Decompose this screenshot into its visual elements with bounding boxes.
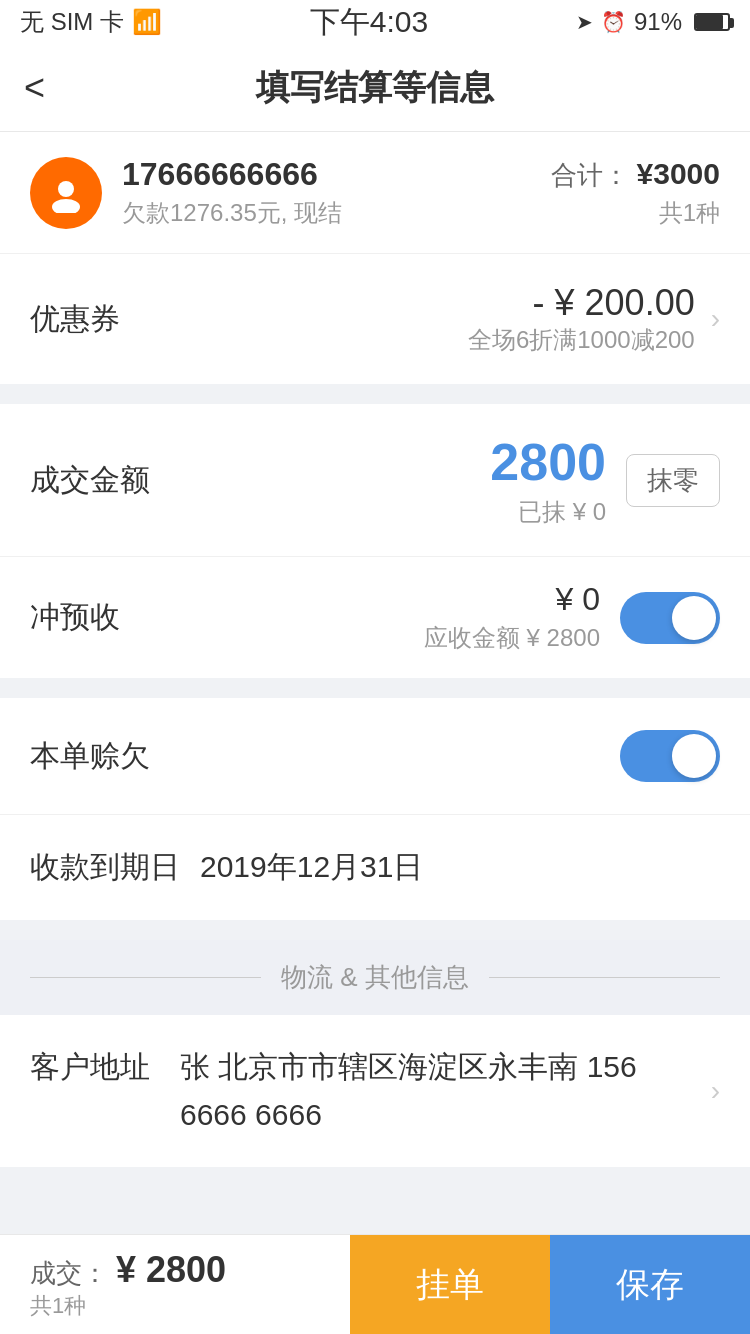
- order-debt-section: 本单赊欠 收款到期日 2019年12月31日: [0, 698, 750, 920]
- deal-amount-col: 2800 已抹 ¥ 0: [490, 432, 606, 528]
- coupon-detail: 全场6折满1000减200: [468, 324, 695, 356]
- duedate-value: 2019年12月31日: [200, 847, 423, 888]
- duedate-row: 收款到期日 2019年12月31日: [0, 814, 750, 920]
- logistics-line-left: [30, 977, 261, 978]
- customer-info: 17666666666 欠款1276.35元, 现结: [122, 156, 342, 229]
- prereceive-amount: ¥ 0: [424, 581, 600, 618]
- section-divider-2: [0, 678, 750, 698]
- bottom-deal-count: 共1种: [30, 1291, 320, 1321]
- order-debt-toggle[interactable]: [620, 730, 720, 782]
- deal-amount-row: 成交金额 2800 已抹 ¥ 0 抹零: [0, 404, 750, 557]
- svg-point-1: [52, 199, 80, 213]
- coupon-row[interactable]: 优惠券 - ¥ 200.00 全场6折满1000减200 ›: [0, 254, 750, 384]
- clock-icon: ⏰: [601, 10, 626, 34]
- total-label-value: 合计： ¥3000: [551, 157, 720, 193]
- status-right: ➤ ⏰ 91%: [576, 8, 730, 36]
- status-bar: 无 SIM 卡 📶 下午4:03 ➤ ⏰ 91%: [0, 0, 750, 44]
- avatar: [30, 157, 102, 229]
- total-label: 合计：: [551, 160, 629, 190]
- coupon-discount: - ¥ 200.00: [468, 282, 695, 324]
- coupon-right: - ¥ 200.00 全场6折满1000减200 ›: [468, 282, 720, 356]
- toggle-knob-2: [672, 734, 716, 778]
- wifi-icon: 📶: [132, 8, 162, 36]
- address-row[interactable]: 客户地址 张 北京市市辖区海淀区永丰南 156 6666 6666 ›: [0, 1015, 750, 1167]
- status-left: 无 SIM 卡 📶: [20, 6, 162, 38]
- order-debt-label: 本单赊欠: [30, 736, 150, 777]
- round-zero-button[interactable]: 抹零: [626, 454, 720, 507]
- customer-card: 17666666666 欠款1276.35元, 现结 合计： ¥3000 共1种: [0, 132, 750, 254]
- customer-totals: 合计： ¥3000 共1种: [551, 157, 720, 229]
- bottom-deal-price: ¥ 2800: [116, 1249, 226, 1291]
- coupon-section: 优惠券 - ¥ 200.00 全场6折满1000减200 ›: [0, 254, 750, 384]
- customer-left: 17666666666 欠款1276.35元, 现结: [30, 156, 342, 229]
- prereceive-right: ¥ 0 应收金额 ¥ 2800: [424, 581, 720, 654]
- bottom-deal-label: 成交：: [30, 1256, 108, 1291]
- status-time: 下午4:03: [310, 2, 428, 43]
- deal-amount-section: 成交金额 2800 已抹 ¥ 0 抹零 冲预收 ¥ 0 应收金额 ¥ 2800: [0, 404, 750, 678]
- deal-amount-value: 2800: [490, 432, 606, 492]
- prereceive-sub: 应收金额 ¥ 2800: [424, 622, 600, 654]
- section-divider-3: [0, 920, 750, 940]
- order-debt-row: 本单赊欠: [0, 698, 750, 814]
- total-value: ¥3000: [637, 157, 720, 190]
- address-value: 张 北京市市辖区海淀区永丰南 156 6666 6666: [180, 1043, 701, 1139]
- prereceive-amounts: ¥ 0 应收金额 ¥ 2800: [424, 581, 600, 654]
- location-icon: ➤: [576, 10, 593, 34]
- svg-point-0: [58, 181, 74, 197]
- battery-icon: [694, 13, 730, 31]
- pending-button[interactable]: 挂单: [350, 1235, 550, 1335]
- sim-text: 无 SIM 卡: [20, 6, 124, 38]
- customer-phone: 17666666666: [122, 156, 342, 193]
- deal-amount-right: 2800 已抹 ¥ 0 抹零: [490, 432, 720, 528]
- bottom-bar: 成交： ¥ 2800 共1种 挂单 保存: [0, 1234, 750, 1334]
- battery-percent: 91%: [634, 8, 682, 36]
- duedate-label: 收款到期日: [30, 847, 180, 888]
- logistics-header: 物流 & 其他信息: [0, 940, 750, 1015]
- customer-debt: 欠款1276.35元, 现结: [122, 197, 342, 229]
- bottom-summary: 成交： ¥ 2800 共1种: [0, 1249, 350, 1321]
- nav-bar: < 填写结算等信息: [0, 44, 750, 132]
- section-divider-1: [0, 384, 750, 404]
- address-chevron-icon: ›: [711, 1075, 720, 1107]
- coupon-chevron-icon: ›: [711, 303, 720, 335]
- address-label: 客户地址: [30, 1043, 150, 1091]
- prereceive-row: 冲预收 ¥ 0 应收金额 ¥ 2800: [0, 557, 750, 678]
- prereceive-toggle[interactable]: [620, 592, 720, 644]
- prereceive-label: 冲预收: [30, 597, 120, 638]
- toggle-knob: [672, 596, 716, 640]
- logistics-line-right: [489, 977, 720, 978]
- deal-amount-sub: 已抹 ¥ 0: [490, 496, 606, 528]
- logistics-text: 物流 & 其他信息: [281, 960, 469, 995]
- page-title: 填写结算等信息: [256, 65, 494, 111]
- back-button[interactable]: <: [24, 67, 45, 109]
- deal-amount-label: 成交金额: [30, 460, 150, 501]
- total-count: 共1种: [551, 197, 720, 229]
- save-button[interactable]: 保存: [550, 1235, 750, 1335]
- coupon-label: 优惠券: [30, 299, 120, 340]
